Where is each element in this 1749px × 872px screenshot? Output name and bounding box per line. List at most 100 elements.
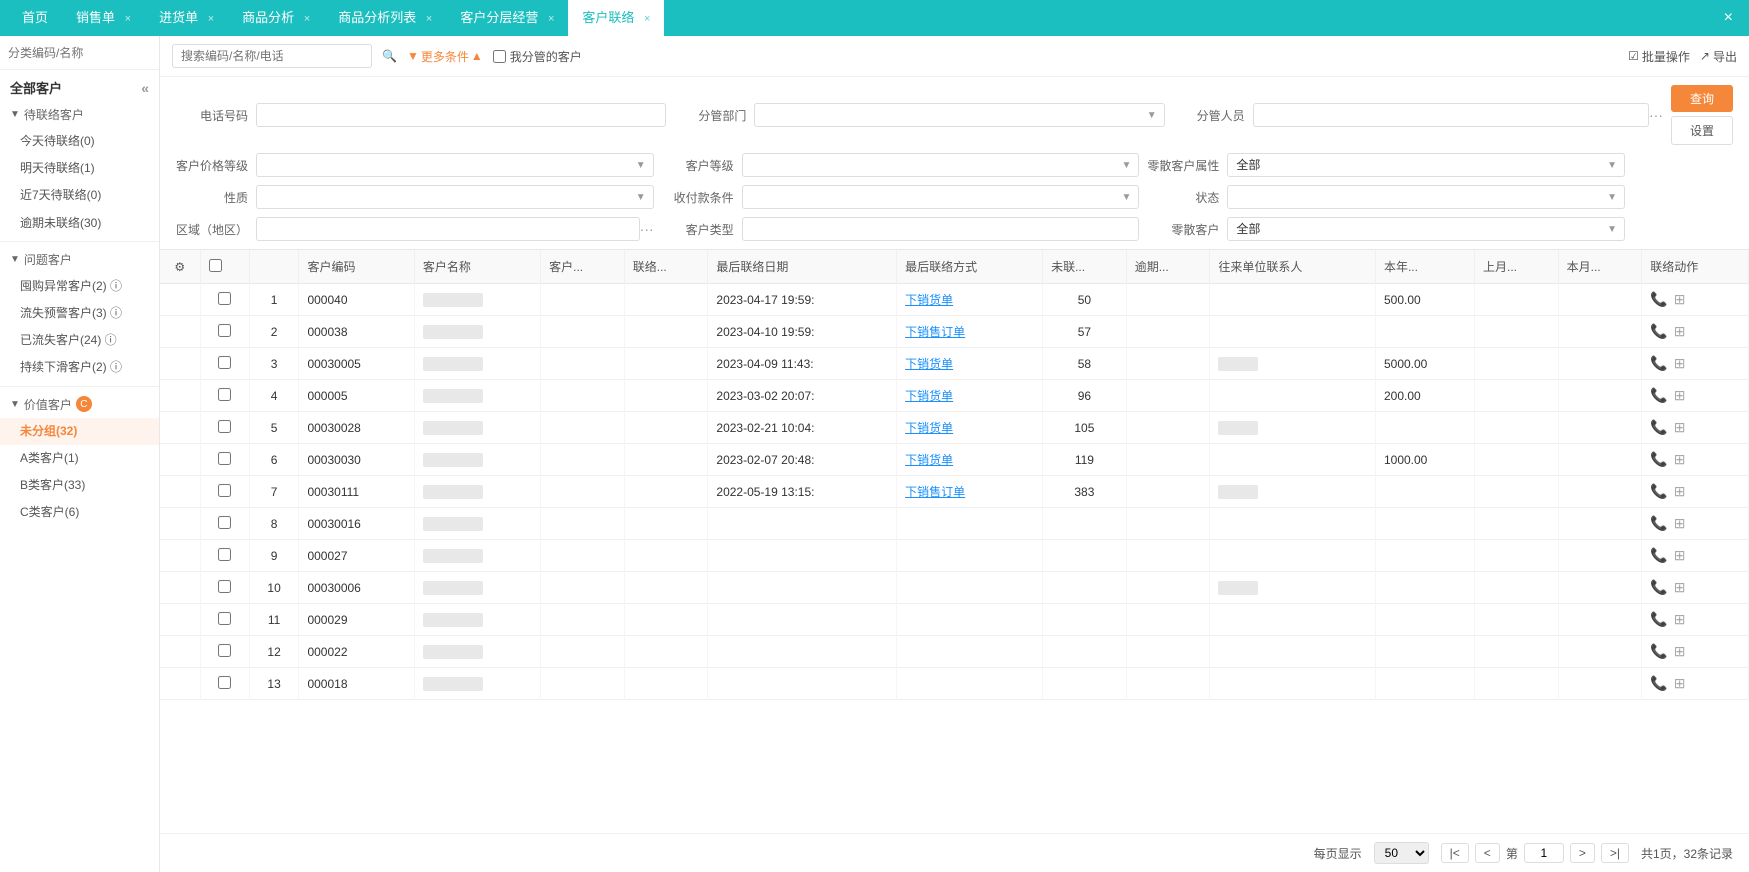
row-checkbox-5[interactable]: [218, 452, 231, 465]
row-checkbox-4[interactable]: [218, 420, 231, 433]
prev-page-btn[interactable]: <: [1475, 843, 1500, 863]
call-icon[interactable]: 📞: [1650, 291, 1667, 308]
close-purchase-order[interactable]: ×: [208, 13, 214, 25]
grid-icon[interactable]: ⊞: [1674, 355, 1686, 372]
close-customer-segment[interactable]: ×: [548, 13, 554, 25]
row-checkbox-6[interactable]: [218, 484, 231, 497]
reset-button[interactable]: 设置: [1671, 116, 1733, 145]
col-contact[interactable]: 联络...: [624, 250, 708, 284]
col-type[interactable]: 客户...: [541, 250, 625, 284]
filter-search-input[interactable]: [172, 44, 372, 68]
sidebar-item-7days-pending[interactable]: 近7天待联络(0): [0, 182, 159, 209]
grid-icon[interactable]: ⊞: [1674, 291, 1686, 308]
customer-level-select[interactable]: [742, 153, 1140, 177]
contact-method-link[interactable]: 下销售订单: [905, 485, 965, 499]
row-checkbox-10[interactable]: [218, 612, 231, 625]
nav-product-analysis-list[interactable]: 商品分析列表 ×: [324, 0, 446, 36]
call-icon[interactable]: 📞: [1650, 611, 1667, 628]
window-close-button[interactable]: ×: [1716, 9, 1741, 27]
scattered-customer-select[interactable]: 全部: [1227, 217, 1625, 241]
scattered-attr-select[interactable]: 全部: [1227, 153, 1625, 177]
grid-icon[interactable]: ⊞: [1674, 547, 1686, 564]
grid-icon[interactable]: ⊞: [1674, 675, 1686, 692]
col-last-contact-date[interactable]: 最后联络日期: [708, 250, 897, 284]
sidebar-item-churned[interactable]: 已流失客户(24) ⓘ: [0, 327, 159, 354]
contact-method-link[interactable]: 下销售订单: [905, 325, 965, 339]
row-checkbox-3[interactable]: [218, 388, 231, 401]
close-sales-order[interactable]: ×: [125, 13, 131, 25]
my-customers-filter[interactable]: 我分管的客户: [493, 48, 582, 65]
first-page-btn[interactable]: |<: [1441, 843, 1469, 863]
nature-select[interactable]: [256, 185, 654, 209]
sidebar-item-churn-warning[interactable]: 流失预警客户(3) ⓘ: [0, 300, 159, 327]
col-last-month[interactable]: 上月...: [1474, 250, 1558, 284]
col-this-year[interactable]: 本年...: [1375, 250, 1474, 284]
col-last-contact-method[interactable]: 最后联络方式: [897, 250, 1043, 284]
col-this-month[interactable]: 本月...: [1558, 250, 1642, 284]
page-input[interactable]: [1524, 843, 1564, 863]
next-page-btn[interactable]: >: [1570, 843, 1595, 863]
row-checkbox-0[interactable]: [218, 292, 231, 305]
customer-type-input[interactable]: [742, 217, 1140, 241]
call-icon[interactable]: 📞: [1650, 515, 1667, 532]
grid-icon[interactable]: ⊞: [1674, 419, 1686, 436]
last-page-btn[interactable]: >|: [1601, 843, 1629, 863]
row-checkbox-9[interactable]: [218, 580, 231, 593]
grid-icon[interactable]: ⊞: [1674, 643, 1686, 660]
region-dots-btn[interactable]: ···: [640, 221, 654, 237]
nav-customer-segment[interactable]: 客户分层经营 ×: [446, 0, 568, 36]
call-icon[interactable]: 📞: [1650, 643, 1667, 660]
sidebar-group-problem-customer[interactable]: ▼ 问题客户: [0, 246, 159, 273]
col-not-contact[interactable]: 未联...: [1043, 250, 1127, 284]
sidebar-item-overdue-pending[interactable]: 逾期未联络(30): [0, 210, 159, 237]
my-customers-checkbox[interactable]: [493, 50, 506, 63]
close-customer-contact[interactable]: ×: [644, 13, 650, 25]
sidebar-item-abnormal[interactable]: 囤购异常客户(2) ⓘ: [0, 273, 159, 300]
payment-select[interactable]: [742, 185, 1140, 209]
close-product-analysis-list[interactable]: ×: [426, 13, 432, 25]
sidebar-search-input[interactable]: [8, 46, 160, 60]
price-level-select[interactable]: [256, 153, 654, 177]
nav-sales-order[interactable]: 销售单 ×: [62, 0, 145, 36]
batch-operation-btn[interactable]: ☑ 批量操作: [1628, 48, 1690, 65]
sidebar-item-today-pending[interactable]: 今天待联络(0): [0, 128, 159, 155]
col-unit-contact[interactable]: 往来单位联系人: [1210, 250, 1376, 284]
region-input[interactable]: [256, 217, 640, 241]
query-button[interactable]: 查询: [1671, 85, 1733, 112]
sidebar-item-class-c[interactable]: C类客户(6): [0, 499, 159, 526]
call-icon[interactable]: 📞: [1650, 323, 1667, 340]
phone-input[interactable]: [256, 103, 666, 127]
contact-method-link[interactable]: 下销货单: [905, 453, 953, 467]
contact-method-link[interactable]: 下销货单: [905, 389, 953, 403]
row-checkbox-2[interactable]: [218, 356, 231, 369]
call-icon[interactable]: 📞: [1650, 355, 1667, 372]
contact-method-link[interactable]: 下销货单: [905, 357, 953, 371]
grid-icon[interactable]: ⊞: [1674, 515, 1686, 532]
call-icon[interactable]: 📞: [1650, 579, 1667, 596]
call-icon[interactable]: 📞: [1650, 483, 1667, 500]
status-select[interactable]: [1227, 185, 1625, 209]
call-icon[interactable]: 📞: [1650, 547, 1667, 564]
row-checkbox-7[interactable]: [218, 516, 231, 529]
sidebar-collapse-btn[interactable]: «: [141, 80, 149, 96]
contact-method-link[interactable]: 下销货单: [905, 421, 953, 435]
per-page-select[interactable]: 50 20 100: [1374, 842, 1429, 864]
grid-icon[interactable]: ⊞: [1674, 611, 1686, 628]
grid-icon[interactable]: ⊞: [1674, 323, 1686, 340]
sidebar-item-declining[interactable]: 持续下滑客户(2) ⓘ: [0, 354, 159, 381]
call-icon[interactable]: 📞: [1650, 419, 1667, 436]
col-name[interactable]: 客户名称: [414, 250, 540, 284]
export-btn[interactable]: ↗ 导出: [1700, 48, 1737, 65]
nav-customer-contact[interactable]: 客户联络 ×: [568, 0, 664, 36]
row-checkbox-8[interactable]: [218, 548, 231, 561]
all-customers-label[interactable]: 全部客户: [10, 78, 62, 97]
nav-home[interactable]: 首页: [8, 0, 62, 36]
call-icon[interactable]: 📞: [1650, 387, 1667, 404]
sidebar-item-class-b[interactable]: B类客户(33): [0, 472, 159, 499]
call-icon[interactable]: 📞: [1650, 675, 1667, 692]
manager-input[interactable]: [1253, 103, 1649, 127]
contact-method-link[interactable]: 下销货单: [905, 293, 953, 307]
row-checkbox-11[interactable]: [218, 644, 231, 657]
sidebar-item-class-a[interactable]: A类客户(1): [0, 445, 159, 472]
sidebar-group-value-customer[interactable]: ▼ 价值客户 C: [0, 391, 159, 418]
